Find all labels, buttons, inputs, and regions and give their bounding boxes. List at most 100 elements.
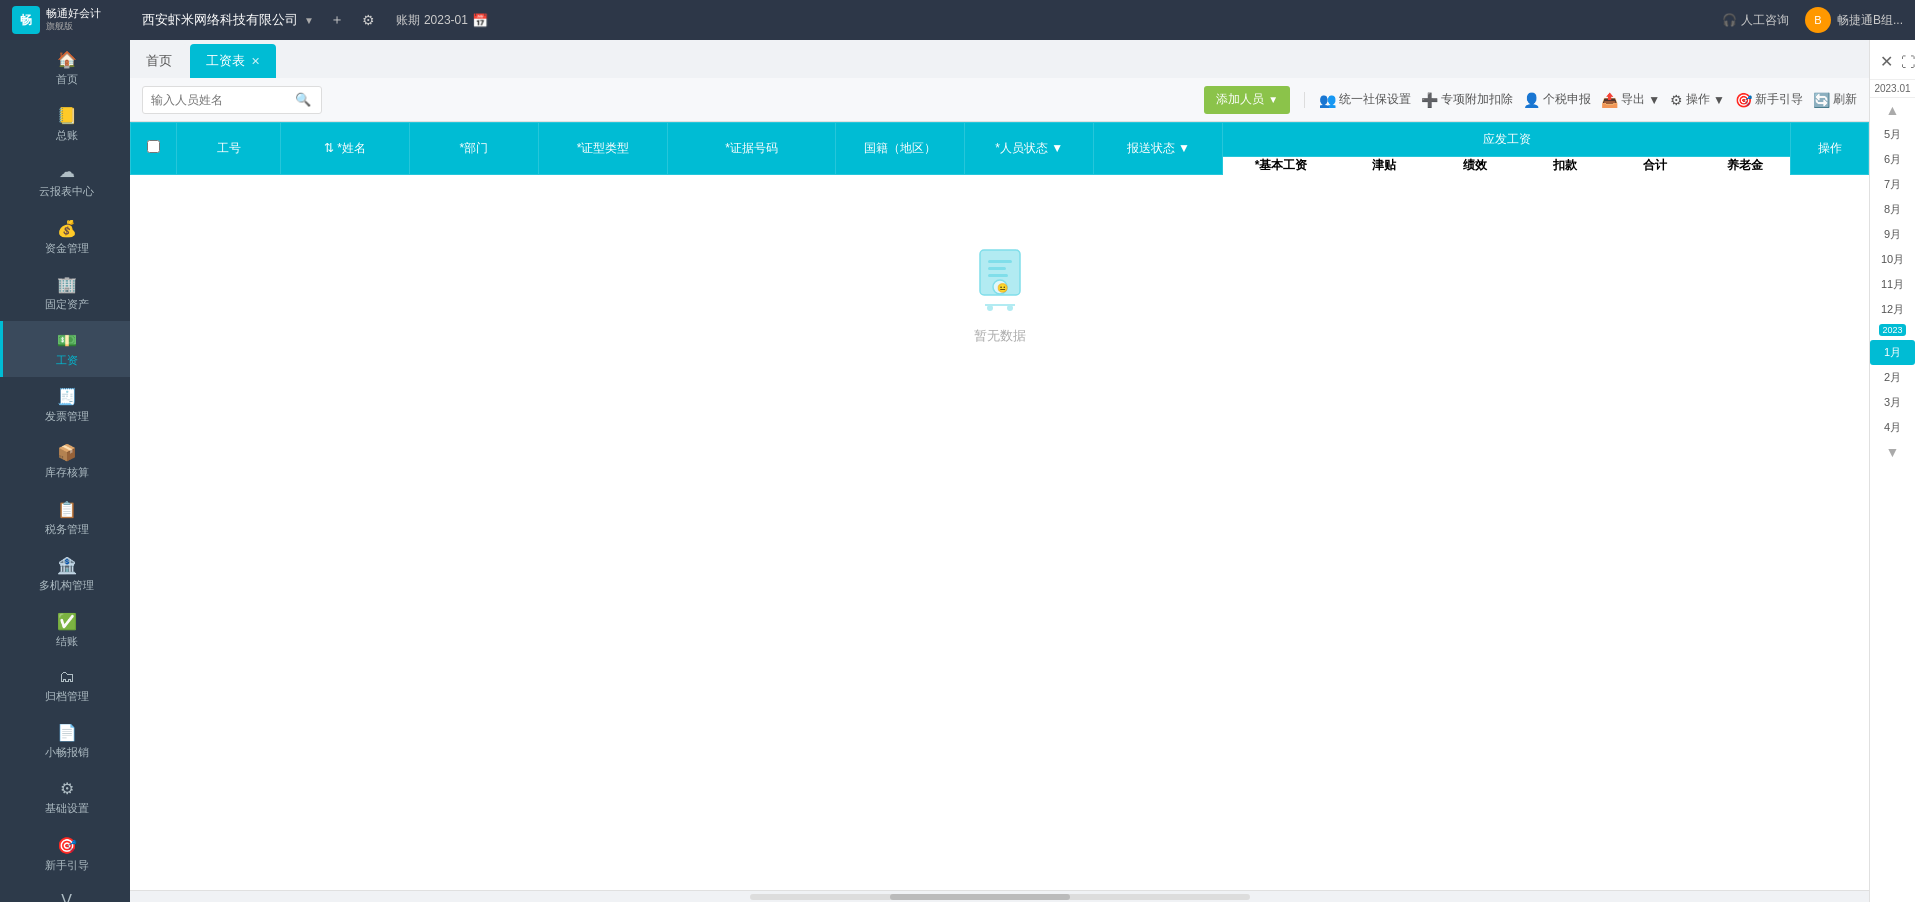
month-2023-2[interactable]: 2月 (1870, 365, 1915, 390)
sidebar-item-invoice[interactable]: 🧾 发票管理 (0, 377, 130, 433)
svg-point-8 (1007, 305, 1013, 311)
sidebar-item-fund[interactable]: 💰 资金管理 (0, 209, 130, 265)
month-5[interactable]: 5月 (1870, 122, 1915, 147)
th-base-salary: *基本工资 (1223, 157, 1339, 175)
archive-icon: 🗂 (59, 668, 75, 686)
refresh-action[interactable]: 🔄 刷新 (1813, 91, 1857, 108)
th-id-num: *证据号码 (668, 123, 836, 175)
scrollbar-track (750, 894, 1250, 900)
calendar-icon[interactable]: 📅 (472, 13, 488, 28)
empty-state-cell: 😐 暂无数据 (131, 174, 1869, 405)
invoice-icon: 🧾 (57, 387, 77, 406)
user-name: 畅捷通B组... (1837, 12, 1903, 29)
scroll-down-icon[interactable]: ▼ (1882, 440, 1904, 464)
sidebar-item-vip[interactable]: V 畅会员 (0, 882, 130, 902)
social-security-label: 统一社保设置 (1339, 91, 1411, 108)
salary-icon: 💵 (57, 331, 77, 350)
close-account-icon: ✅ (57, 612, 77, 631)
sidebar-item-multi-org[interactable]: 🏦 多机构管理 (0, 546, 130, 602)
ledger-icon: 📒 (57, 106, 77, 125)
header-actions: ＋ ⚙ 账期 2023-01 📅 (326, 9, 488, 31)
empty-state: 😐 暂无数据 (131, 175, 1869, 405)
sidebar-item-close-account[interactable]: ✅ 结账 (0, 602, 130, 658)
sidebar-item-salary[interactable]: 💵 工资 (0, 321, 130, 377)
search-input[interactable] (151, 93, 291, 107)
special-deduction-action[interactable]: ➕ 专项附加扣除 (1421, 91, 1513, 108)
search-icon[interactable]: 🔍 (295, 92, 311, 107)
export-action[interactable]: 📤 导出 ▼ (1601, 91, 1660, 108)
sidebar-label-guide: 新手引导 (45, 859, 89, 872)
social-security-icon: 👥 (1319, 92, 1336, 108)
logo-area: 畅 畅通好会计 旗舰版 (12, 6, 142, 34)
export-chevron-icon: ▼ (1648, 93, 1660, 107)
th-checkbox[interactable] (131, 123, 177, 175)
service-button[interactable]: 🎧 人工咨询 (1722, 12, 1789, 29)
operation-action[interactable]: ⚙ 操作 ▼ (1670, 91, 1725, 108)
right-panel: ✕ ⛶ 2023.01 ▲ 5月 6月 7月 8月 9月 10月 11月 12月… (1869, 40, 1915, 902)
month-2023-4[interactable]: 4月 (1870, 415, 1915, 440)
month-2023-1[interactable]: 1月 (1870, 340, 1915, 365)
add-icon-btn[interactable]: ＋ (326, 9, 348, 31)
month-6[interactable]: 6月 (1870, 147, 1915, 172)
sidebar-item-cloud-report[interactable]: ☁ 云报表中心 (0, 152, 130, 208)
month-9[interactable]: 9月 (1870, 222, 1915, 247)
expense-icon: 📄 (57, 723, 77, 742)
period-label: 账期 2023-01 📅 (396, 12, 488, 29)
refresh-icon: 🔄 (1813, 92, 1830, 108)
horizontal-scrollbar[interactable] (130, 890, 1869, 902)
month-2023-3[interactable]: 3月 (1870, 390, 1915, 415)
current-period-label: 2023.01 (1870, 80, 1915, 98)
th-id-type: *证型类型 (539, 123, 668, 175)
settings-icon-btn[interactable]: ⚙ (358, 9, 380, 31)
tab-salary-close-icon[interactable]: ✕ (251, 55, 260, 68)
social-security-action[interactable]: 👥 统一社保设置 (1319, 91, 1411, 108)
toolbar: 🔍 添加人员 ▼ 👥 统一社保设置 ➕ 专项附加扣除 👤 个税申报 (130, 78, 1869, 122)
tax-report-label: 个税申报 (1543, 91, 1591, 108)
sidebar-label-home: 首页 (56, 73, 78, 86)
sidebar-item-inventory[interactable]: 📦 库存核算 (0, 433, 130, 489)
sidebar-item-settings[interactable]: ⚙ 基础设置 (0, 769, 130, 825)
add-person-button[interactable]: 添加人员 ▼ (1204, 86, 1290, 114)
svg-rect-2 (988, 267, 1006, 270)
panel-close-icon[interactable]: ✕ (1876, 48, 1897, 75)
add-person-label: 添加人员 (1216, 91, 1264, 108)
year-2023-badge: 2023 (1879, 324, 1905, 336)
select-all-checkbox[interactable] (147, 140, 160, 153)
company-selector[interactable]: 西安虾米网络科技有限公司 ▼ (142, 11, 314, 29)
panel-expand-icon[interactable]: ⛶ (1897, 50, 1915, 74)
guide-action[interactable]: 🎯 新手引导 (1735, 91, 1803, 108)
month-12[interactable]: 12月 (1870, 297, 1915, 322)
user-avatar: B (1805, 7, 1831, 33)
export-label: 导出 (1621, 91, 1645, 108)
month-8[interactable]: 8月 (1870, 197, 1915, 222)
inventory-icon: 📦 (57, 443, 77, 462)
panel-top-actions: ✕ ⛶ (1870, 44, 1915, 80)
tab-home[interactable]: 首页 (130, 44, 188, 78)
guide-icon: 🎯 (57, 836, 77, 855)
logo-sub: 旗舰版 (46, 20, 101, 33)
month-11[interactable]: 11月 (1870, 272, 1915, 297)
assets-icon: 🏢 (57, 275, 77, 294)
th-id: 工号 (177, 123, 280, 175)
th-action: 操作 (1791, 123, 1869, 175)
sidebar-label-inventory: 库存核算 (45, 466, 89, 479)
logo-text-block: 畅通好会计 旗舰版 (46, 7, 101, 33)
operation-chevron-icon: ▼ (1713, 93, 1725, 107)
sidebar-item-expense[interactable]: 📄 小畅报销 (0, 713, 130, 769)
tab-salary[interactable]: 工资表 ✕ (190, 44, 276, 78)
top-header: 畅 畅通好会计 旗舰版 西安虾米网络科技有限公司 ▼ ＋ ⚙ 账期 2023-0… (0, 0, 1915, 40)
sidebar-item-tax[interactable]: 📋 税务管理 (0, 490, 130, 546)
month-10[interactable]: 10月 (1870, 247, 1915, 272)
guide-toolbar-icon: 🎯 (1735, 92, 1752, 108)
sidebar-item-ledger[interactable]: 📒 总账 (0, 96, 130, 152)
scrollbar-thumb[interactable] (890, 894, 1070, 900)
svg-rect-3 (988, 274, 1008, 277)
sidebar-item-archive[interactable]: 🗂 归档管理 (0, 658, 130, 713)
scroll-up-icon[interactable]: ▲ (1882, 98, 1904, 122)
th-report-status: 报送状态 ▼ (1094, 123, 1223, 175)
month-7[interactable]: 7月 (1870, 172, 1915, 197)
sidebar-item-guide[interactable]: 🎯 新手引导 (0, 826, 130, 882)
sidebar-item-home[interactable]: 🏠 首页 (0, 40, 130, 96)
sidebar-item-fixed-assets[interactable]: 🏢 固定资产 (0, 265, 130, 321)
tax-report-action[interactable]: 👤 个税申报 (1523, 91, 1591, 108)
